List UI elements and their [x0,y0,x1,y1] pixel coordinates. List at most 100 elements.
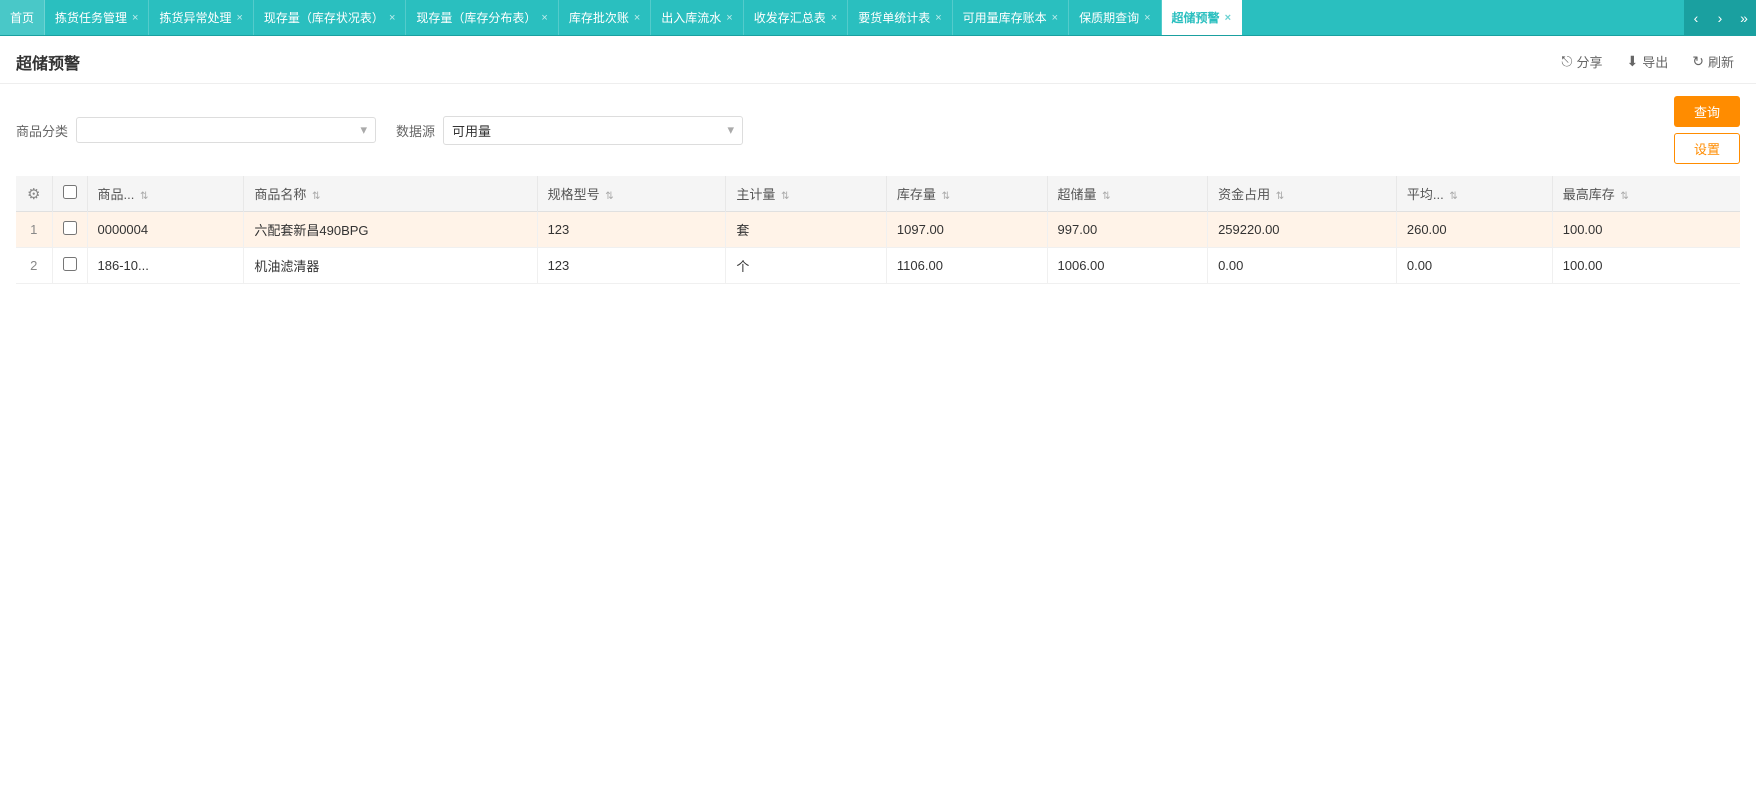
cell-product-name: 六配套新昌490BPG [244,212,537,248]
row-number: 1 [16,212,52,248]
close-icon[interactable]: × [726,12,732,24]
datasource-filter: 数据源 可用量 ▾ [396,116,743,145]
cell-unit: 个 [726,248,887,284]
close-icon[interactable]: × [1052,12,1058,24]
nav-tab-summary[interactable]: 收发存汇总表 × [744,0,848,36]
close-icon[interactable]: × [634,12,640,24]
nav-tab-inout-flow[interactable]: 出入库流水 × [651,0,743,36]
close-icon[interactable]: × [236,12,242,24]
export-icon: ⬇ [1627,53,1639,70]
nav-tab-pick-task[interactable]: 拣货任务管理 × [45,0,149,36]
sort-icon: ⇅ [1102,191,1110,202]
category-filter: 商品分类 ▾ [16,117,376,143]
sort-icon: ⇅ [781,191,789,202]
header-actions: ⎋ 分享 ⬇ 导出 ↻ 刷新 [1555,48,1740,75]
sort-icon: ⇅ [312,191,320,202]
cell-stock: 1106.00 [886,248,1047,284]
close-icon[interactable]: × [1144,12,1150,24]
sort-icon: ⇅ [942,191,950,202]
query-button[interactable]: 查询 [1674,96,1740,127]
cell-spec: 123 [537,212,726,248]
cell-product-name: 机油滤清器 [244,248,537,284]
nav-tab-order-stat[interactable]: 要货单统计表 × [848,0,952,36]
chevron-down-icon: ▾ [728,122,735,138]
nav-tab-available[interactable]: 可用量库存账本 × [953,0,1069,36]
cell-stock: 1097.00 [886,212,1047,248]
cell-product-code: 186-10... [87,248,244,284]
select-all-checkbox[interactable] [63,185,77,199]
nav-expand-button[interactable]: » [1732,0,1756,36]
column-product-code[interactable]: 商品... ⇅ [87,176,244,212]
close-icon[interactable]: × [132,12,138,24]
cell-max-stock: 100.00 [1552,212,1740,248]
datasource-value: 可用量 [452,121,491,140]
chevron-down-icon: ▾ [360,122,367,138]
close-icon[interactable]: × [389,12,395,24]
cell-avg: 0.00 [1396,248,1552,284]
category-select[interactable]: ▾ [76,117,376,143]
column-max-stock[interactable]: 最高库存 ⇅ [1552,176,1740,212]
table-row: 1 0000004 六配套新昌490BPG 123 套 1097.00 997.… [16,212,1740,248]
cell-unit: 套 [726,212,887,248]
nav-tab-batch[interactable]: 库存批次账 × [559,0,651,36]
column-capital[interactable]: 资金占用 ⇅ [1208,176,1397,212]
close-icon[interactable]: × [1225,12,1231,24]
cell-capital: 0.00 [1208,248,1397,284]
cell-product-code: 0000004 [87,212,244,248]
sort-icon: ⇅ [140,191,148,202]
nav-tab-overstock[interactable]: 超储预警 × [1162,0,1242,36]
nav-tab-pick-exception[interactable]: 拣货异常处理 × [149,0,253,36]
export-button[interactable]: ⬇ 导出 [1621,48,1675,75]
row-checkbox-cell [52,248,87,284]
share-button[interactable]: ⎋ 分享 [1555,48,1608,75]
datasource-select[interactable]: 可用量 ▾ [443,116,743,145]
datasource-label: 数据源 [396,121,435,140]
filter-actions: 查询 设置 [1674,96,1740,164]
nav-arrows: ‹ › » [1684,0,1756,36]
sort-icon: ⇅ [1449,191,1457,202]
cell-overstock: 1006.00 [1047,248,1208,284]
close-icon[interactable]: × [541,12,547,24]
nav-tab-stock-dist[interactable]: 现存量（库存分布表） × [406,0,558,36]
nav-prev-button[interactable]: ‹ [1684,0,1708,36]
table-row: 2 186-10... 机油滤清器 123 个 1106.00 1006.00 … [16,248,1740,284]
page-header: 超储预警 ⎋ 分享 ⬇ 导出 ↻ 刷新 [0,36,1756,84]
column-overstock[interactable]: 超储量 ⇅ [1047,176,1208,212]
close-icon[interactable]: × [935,12,941,24]
refresh-icon: ↻ [1692,53,1704,70]
table-container: ⚙ 商品... ⇅ 商品名称 ⇅ 规格型号 ⇅ [0,176,1756,284]
refresh-button[interactable]: ↻ 刷新 [1686,48,1740,75]
table-body: 1 0000004 六配套新昌490BPG 123 套 1097.00 997.… [16,212,1740,284]
cell-avg: 260.00 [1396,212,1552,248]
nav-tab-stock-status[interactable]: 现存量（库存状况表） × [254,0,406,36]
page-content: 超储预警 ⎋ 分享 ⬇ 导出 ↻ 刷新 商品分类 ▾ 数据源 [0,36,1756,800]
column-spec[interactable]: 规格型号 ⇅ [537,176,726,212]
nav-tab-home[interactable]: 首页 [0,0,45,36]
row-checkbox[interactable] [63,221,77,235]
share-icon: ⎋ [1561,53,1572,70]
data-table: ⚙ 商品... ⇅ 商品名称 ⇅ 规格型号 ⇅ [16,176,1740,284]
filter-row: 商品分类 ▾ 数据源 可用量 ▾ 查询 设置 [0,84,1756,176]
column-gear: ⚙ [16,176,52,212]
column-unit[interactable]: 主计量 ⇅ [726,176,887,212]
row-checkbox-cell [52,212,87,248]
column-settings-icon[interactable]: ⚙ [27,185,40,203]
cell-max-stock: 100.00 [1552,248,1740,284]
category-label: 商品分类 [16,121,68,140]
sort-icon: ⇅ [1620,191,1628,202]
nav-next-button[interactable]: › [1708,0,1732,36]
column-avg[interactable]: 平均... ⇅ [1396,176,1552,212]
sort-icon: ⇅ [1276,191,1284,202]
cell-spec: 123 [537,248,726,284]
row-number: 2 [16,248,52,284]
column-stock[interactable]: 库存量 ⇅ [886,176,1047,212]
close-icon[interactable]: × [831,12,837,24]
settings-button[interactable]: 设置 [1674,133,1740,164]
column-product-name[interactable]: 商品名称 ⇅ [244,176,537,212]
table-header-row: ⚙ 商品... ⇅ 商品名称 ⇅ 规格型号 ⇅ [16,176,1740,212]
cell-overstock: 997.00 [1047,212,1208,248]
row-checkbox[interactable] [63,257,77,271]
sort-icon: ⇅ [605,191,613,202]
nav-tab-expiry[interactable]: 保质期查询 × [1069,0,1161,36]
page-title: 超储预警 [16,50,80,74]
